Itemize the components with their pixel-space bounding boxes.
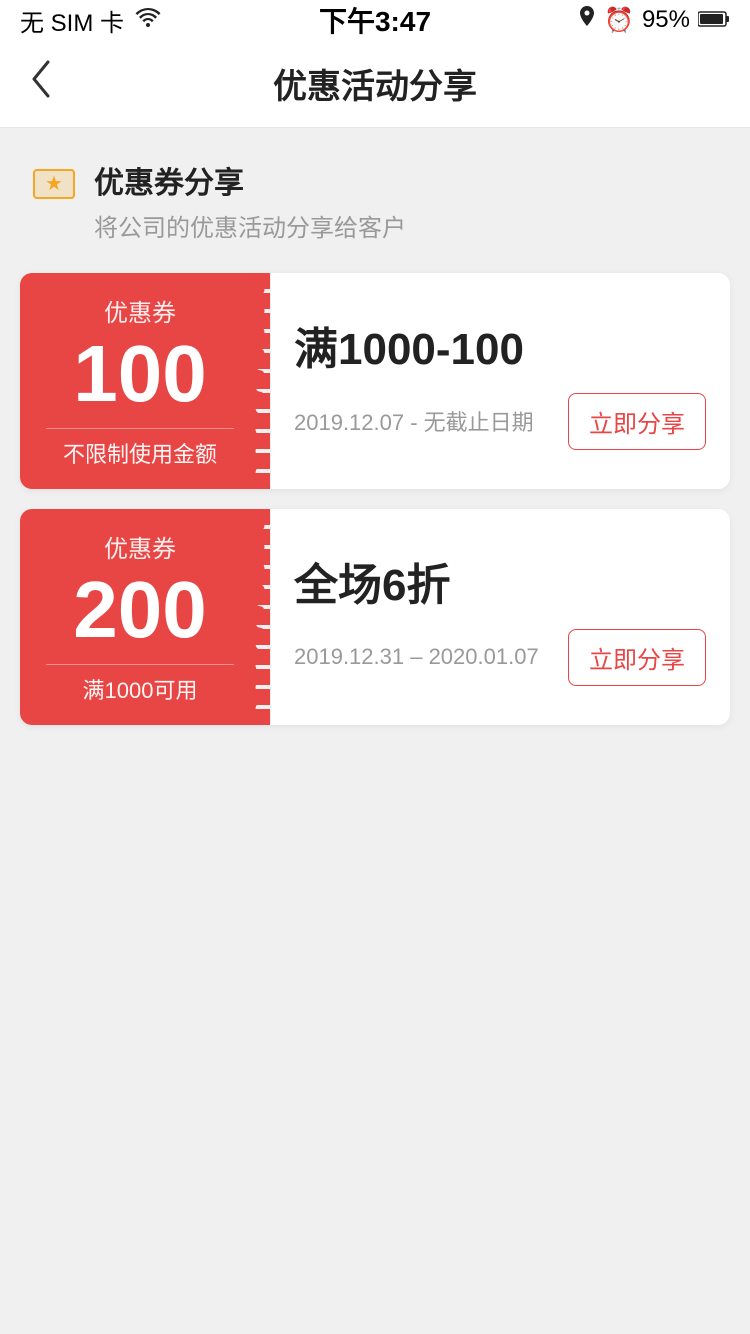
coupon-value-2: 200 <box>73 570 206 650</box>
section-title: 优惠券分享 <box>94 158 406 202</box>
nav-bar: 优惠活动分享 <box>0 40 750 128</box>
coupon-card-2: 优惠券 200 满1000可用 全场6折 2019.12.31 – 2020.0… <box>20 509 730 725</box>
coupon-right-2: 全场6折 2019.12.31 – 2020.01.07 立即分享 <box>260 509 730 725</box>
status-right: ⏰ 95% <box>578 6 730 35</box>
alarm-icon: ⏰ <box>604 6 634 35</box>
coupon-condition-1: 不限制使用金额 <box>63 437 217 469</box>
coupon-bottom-row-1: 2019.12.07 - 无截止日期 立即分享 <box>294 393 706 450</box>
battery-text: 95% <box>642 6 690 34</box>
coupon-list: 优惠券 100 不限制使用金额 满1000-100 2019.12.07 - 无… <box>0 263 750 755</box>
status-left: 无 SIM 卡 <box>20 3 162 38</box>
share-button-1[interactable]: 立即分享 <box>568 393 706 450</box>
coupon-bottom-row-2: 2019.12.31 – 2020.01.07 立即分享 <box>294 629 706 686</box>
coupon-name-2: 全场6折 <box>294 549 706 613</box>
coupon-card: 优惠券 100 不限制使用金额 满1000-100 2019.12.07 - 无… <box>20 273 730 489</box>
status-bar: 无 SIM 卡 下午3:47 ⏰ 95% <box>0 0 750 40</box>
status-time: 下午3:47 <box>319 0 431 40</box>
section-text: 优惠券分享 将公司的优惠活动分享给客户 <box>94 158 406 243</box>
coupon-share-icon: ★ <box>30 160 78 208</box>
coupon-right-1: 满1000-100 2019.12.07 - 无截止日期 立即分享 <box>260 273 730 489</box>
wifi-icon <box>134 6 162 34</box>
battery-icon <box>698 6 730 34</box>
coupon-type-2: 优惠券 <box>104 529 176 564</box>
share-button-2[interactable]: 立即分享 <box>568 629 706 686</box>
empty-area <box>0 755 750 1255</box>
coupon-type-1: 优惠券 <box>104 293 176 328</box>
back-button[interactable] <box>30 60 52 107</box>
coupon-condition-2: 满1000可用 <box>83 673 198 705</box>
location-icon <box>578 6 596 35</box>
section-subtitle: 将公司的优惠活动分享给客户 <box>94 208 406 243</box>
coupon-left-1: 优惠券 100 不限制使用金额 <box>20 273 260 489</box>
section-header: ★ 优惠券分享 将公司的优惠活动分享给客户 <box>0 128 750 263</box>
coupon-divider-1 <box>46 428 233 429</box>
carrier-text: 无 SIM 卡 <box>20 3 124 38</box>
page-title: 优惠活动分享 <box>273 59 477 108</box>
coupon-date-2: 2019.12.31 – 2020.01.07 <box>294 644 558 670</box>
coupon-value-1: 100 <box>73 334 206 414</box>
coupon-divider-2 <box>46 664 233 665</box>
coupon-name-1: 满1000-100 <box>294 313 706 377</box>
svg-text:★: ★ <box>45 173 63 195</box>
coupon-left-2: 优惠券 200 满1000可用 <box>20 509 260 725</box>
coupon-date-1: 2019.12.07 - 无截止日期 <box>294 405 558 437</box>
